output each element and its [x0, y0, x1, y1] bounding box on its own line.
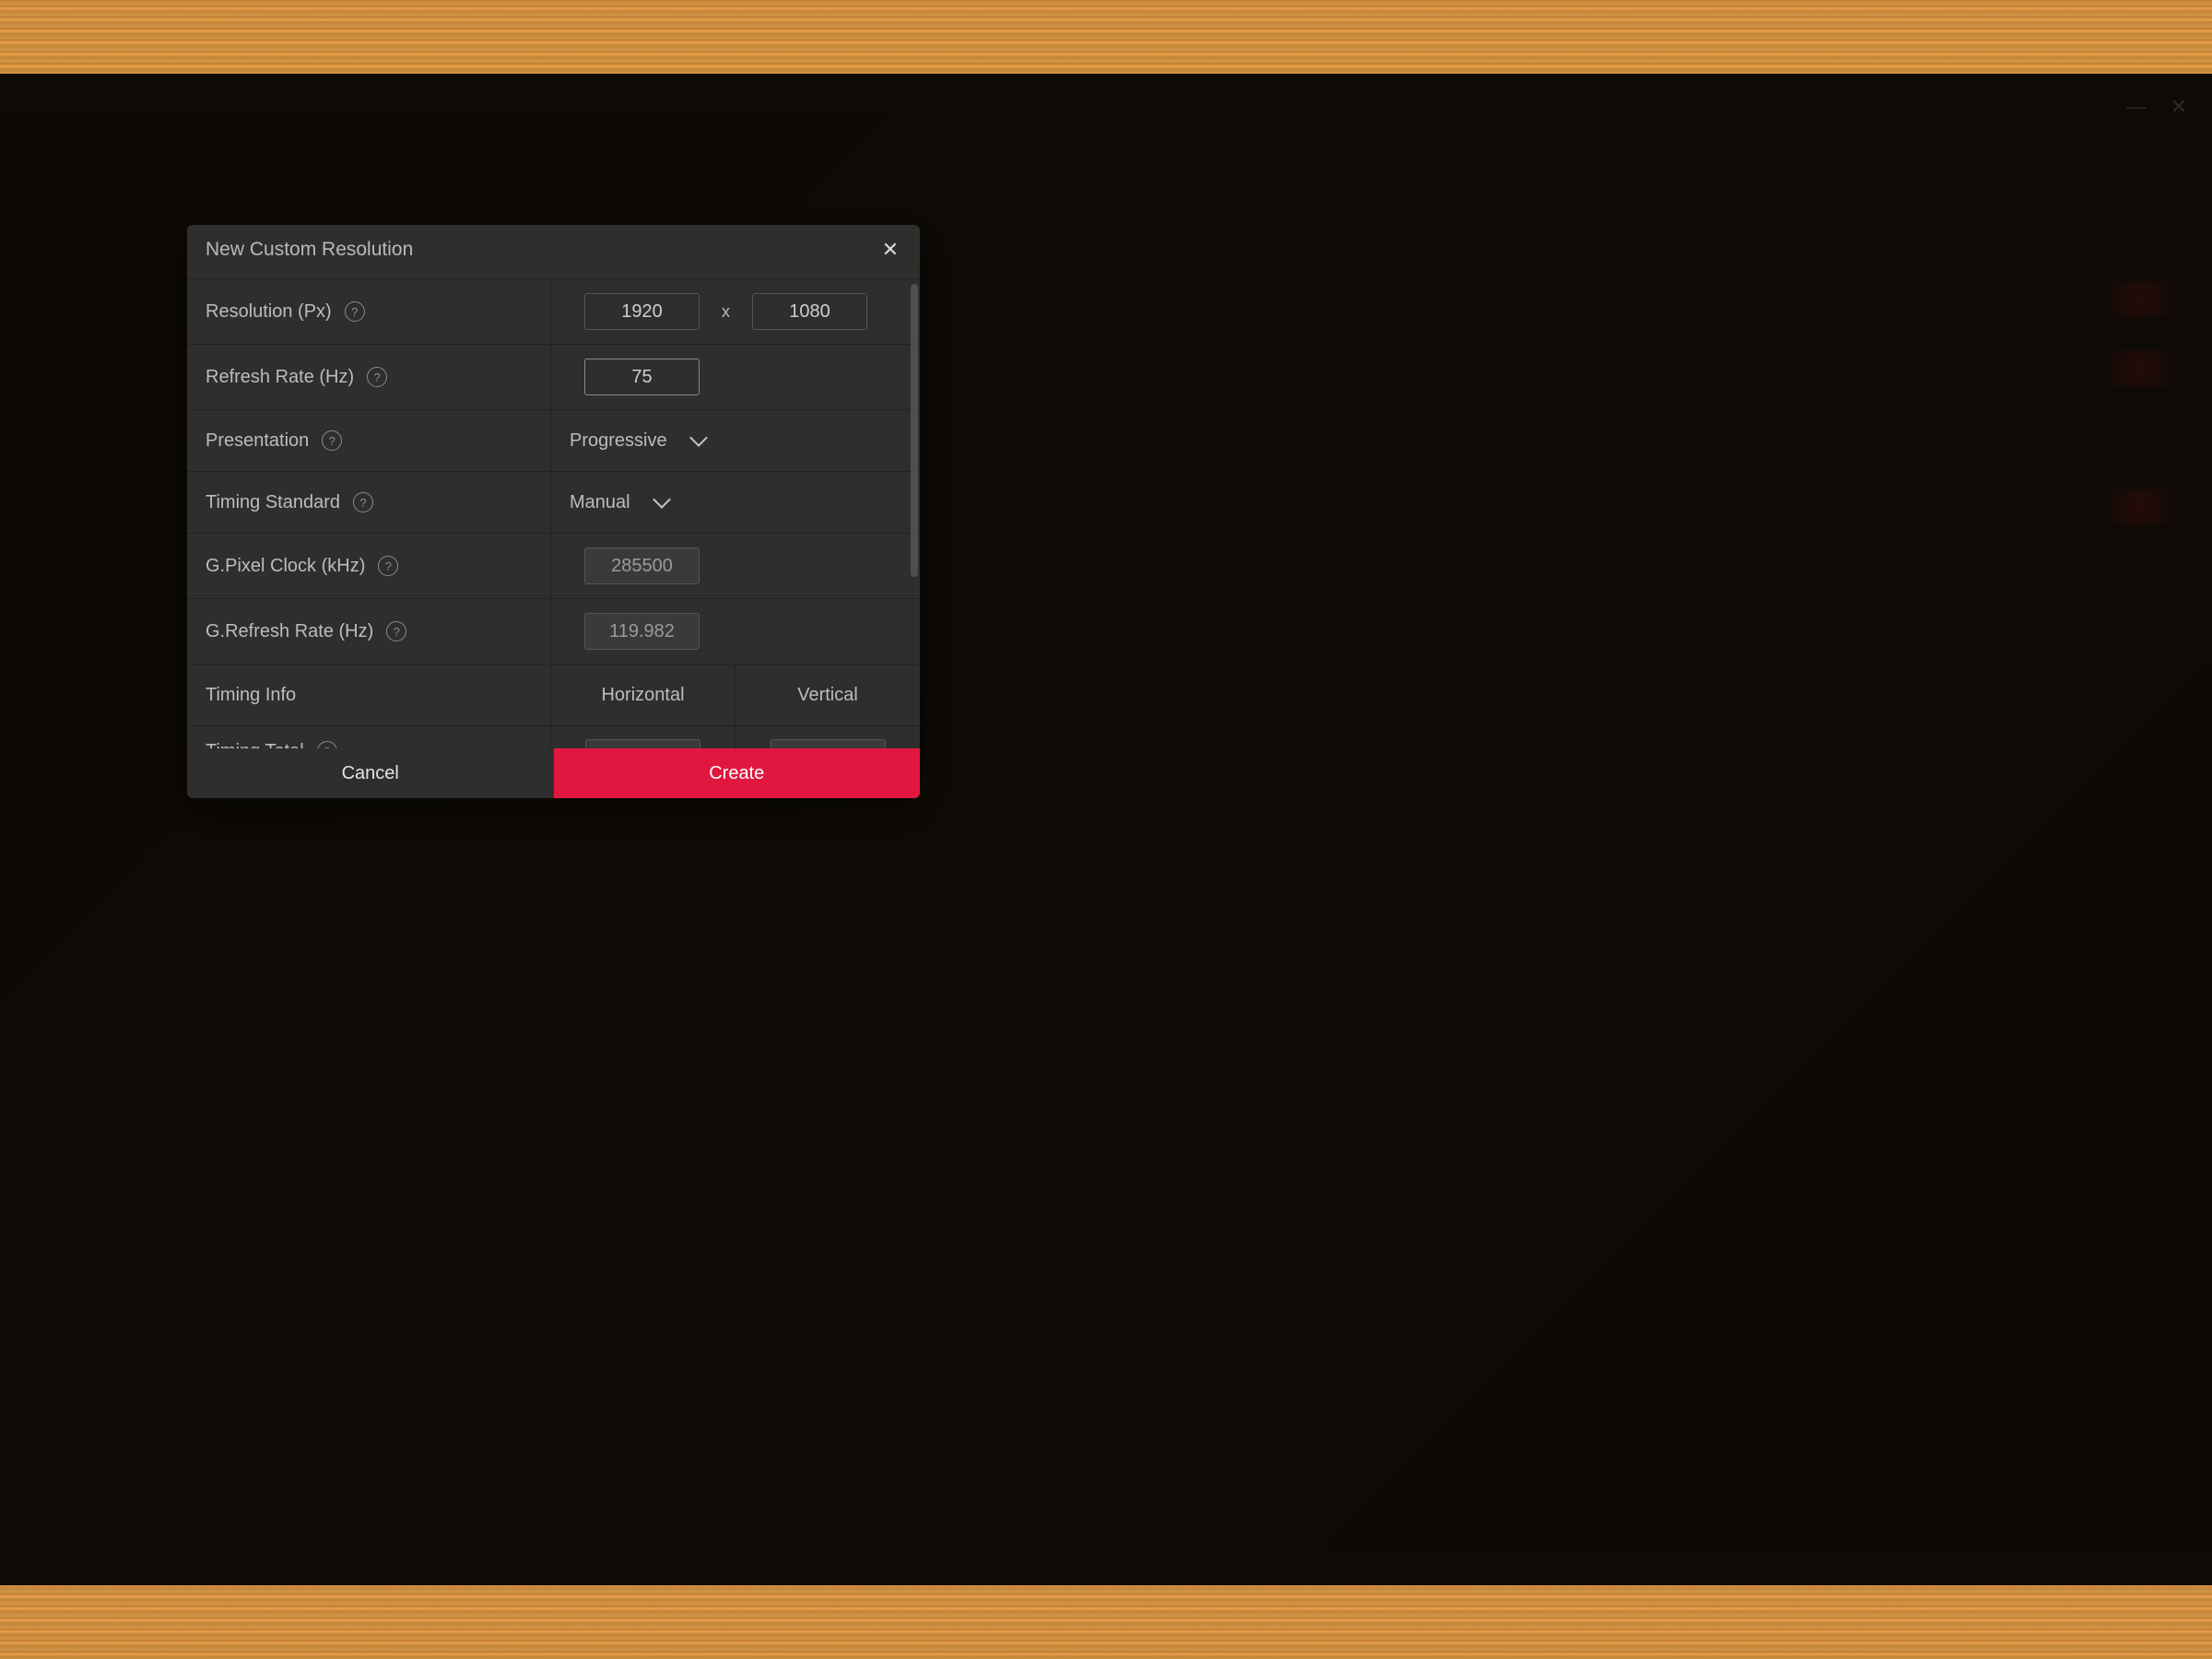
g-refresh-rate-input[interactable]: [584, 613, 700, 650]
label-text: Timing Standard: [206, 492, 340, 513]
g-pixel-clock-input[interactable]: [584, 547, 700, 584]
presentation-dropdown[interactable]: Progressive: [551, 410, 920, 471]
timing-standard-dropdown[interactable]: Manual: [551, 472, 920, 533]
close-icon[interactable]: ✕: [877, 238, 903, 262]
label-text: G.Pixel Clock (kHz): [206, 556, 365, 577]
label-g-refresh-rate: G.Refresh Rate (Hz) ?: [187, 599, 551, 664]
bg-tint: [2085, 281, 2195, 318]
presentation-value: Progressive: [570, 430, 667, 452]
label-text: Vertical: [797, 685, 858, 706]
help-icon[interactable]: ?: [378, 556, 398, 576]
bg-tint: [2085, 488, 2195, 525]
timing-total-horizontal-input[interactable]: [585, 739, 700, 748]
bg-close-icon: ✕: [2162, 90, 2195, 124]
bg-minimize-icon: —: [2120, 90, 2153, 124]
create-button[interactable]: Create: [554, 748, 921, 798]
timing-standard-value: Manual: [570, 492, 630, 513]
modal-footer: Cancel Create: [187, 748, 920, 798]
resolution-height-input[interactable]: [752, 293, 867, 330]
row-timing-standard: Timing Standard ? Manual: [187, 471, 920, 533]
row-g-refresh-rate: G.Refresh Rate (Hz) ?: [187, 598, 920, 664]
help-icon[interactable]: ?: [353, 492, 373, 512]
label-resolution: Resolution (Px) ?: [187, 279, 551, 344]
help-icon[interactable]: ?: [386, 621, 406, 641]
label-text: Horizontal: [601, 685, 684, 706]
row-refresh-rate: Refresh Rate (Hz) ?: [187, 344, 920, 409]
help-icon[interactable]: ?: [317, 741, 337, 748]
g-refresh-rate-cell: [551, 599, 920, 664]
label-refresh-rate: Refresh Rate (Hz) ?: [187, 345, 551, 409]
label-text: G.Refresh Rate (Hz): [206, 621, 373, 642]
label-presentation: Presentation ?: [187, 410, 551, 471]
refresh-rate-input[interactable]: [584, 359, 700, 395]
new-custom-resolution-modal: New Custom Resolution ✕ Resolution (Px) …: [187, 225, 920, 798]
chevron-down-icon: [653, 492, 673, 512]
bg-tint: [2085, 350, 2195, 387]
modal-title: New Custom Resolution: [206, 239, 413, 261]
label-text: Presentation: [206, 430, 309, 452]
cancel-button[interactable]: Cancel: [187, 748, 554, 798]
timing-total-vertical-input[interactable]: [771, 739, 886, 748]
help-icon[interactable]: ?: [322, 430, 342, 451]
timing-info-horizontal-header: Horizontal: [551, 665, 735, 725]
row-g-pixel-clock: G.Pixel Clock (kHz) ?: [187, 533, 920, 598]
label-text: Timing Info: [206, 685, 296, 706]
timing-info-vertical-header: Vertical: [735, 665, 920, 725]
row-presentation: Presentation ? Progressive: [187, 409, 920, 471]
label-timing-info: Timing Info: [187, 665, 551, 725]
chevron-down-icon: [689, 430, 710, 451]
timing-total-vertical-cell: [735, 726, 920, 748]
help-icon[interactable]: ?: [345, 301, 365, 322]
label-timing-total: Timing Total ?: [187, 726, 551, 748]
label-text: Timing Total: [206, 741, 304, 749]
g-pixel-clock-cell: [551, 534, 920, 598]
app-window-background: — ✕ New Custom Resolution ✕ Resolution (…: [0, 74, 2212, 1585]
timing-total-horizontal-cell: [551, 726, 735, 748]
x-separator: x: [722, 302, 730, 322]
modal-body: Resolution (Px) ? x Refresh Rate (Hz) ?: [187, 278, 920, 748]
resolution-inputs: x: [551, 279, 920, 344]
label-g-pixel-clock: G.Pixel Clock (kHz) ?: [187, 534, 551, 598]
refresh-rate-input-cell: [551, 345, 920, 409]
resolution-width-input[interactable]: [584, 293, 700, 330]
modal-header: New Custom Resolution ✕: [187, 225, 920, 278]
row-timing-info-header: Timing Info Horizontal Vertical: [187, 664, 920, 725]
help-icon[interactable]: ?: [367, 367, 387, 387]
label-text: Resolution (Px): [206, 301, 332, 323]
row-timing-total: Timing Total ?: [187, 725, 920, 748]
label-text: Refresh Rate (Hz): [206, 367, 354, 388]
label-timing-standard: Timing Standard ?: [187, 472, 551, 533]
row-resolution: Resolution (Px) ? x: [187, 278, 920, 344]
